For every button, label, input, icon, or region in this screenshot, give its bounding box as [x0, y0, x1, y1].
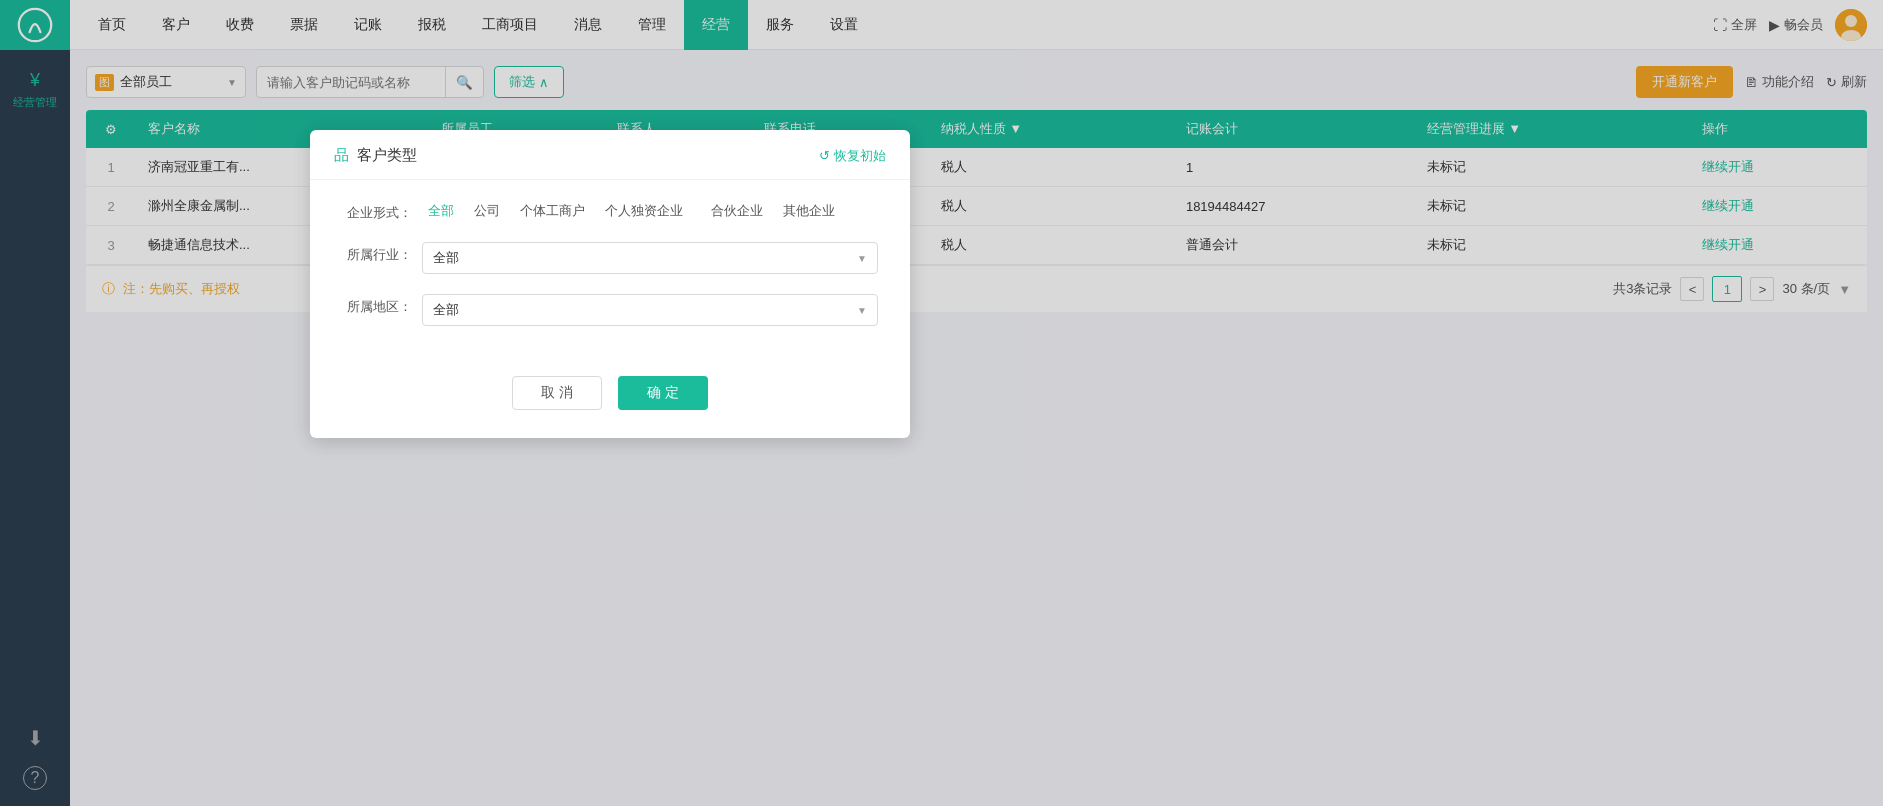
option-sole[interactable]: 个人独资企业	[599, 200, 689, 222]
industry-form-row: 所属行业： 全部 ▼	[342, 242, 878, 274]
region-select-wrap: 全部 ▼	[422, 294, 878, 326]
industry-select[interactable]: 全部 ▼	[422, 242, 878, 274]
region-label: 所属地区：	[342, 294, 422, 316]
modal-overlay: 品 客户类型 ↺ 恢复初始 企业形式： 全部 公司 个体工商户 个人独资企业 合…	[0, 0, 1883, 806]
confirm-button[interactable]: 确 定	[618, 376, 708, 410]
reset-icon: ↺	[819, 148, 830, 163]
enterprise-form-row: 企业形式： 全部 公司 个体工商户 个人独资企业 合伙企业 其他企业	[342, 200, 878, 222]
industry-value: 全部	[433, 249, 459, 267]
region-value: 全部	[433, 301, 459, 319]
modal-title-text: 客户类型	[357, 146, 417, 165]
modal-footer: 取 消 确 定	[310, 366, 910, 410]
enterprise-form-options: 全部 公司 个体工商户 个人独资企业 合伙企业 其他企业	[422, 200, 878, 222]
option-all[interactable]: 全部	[422, 200, 460, 222]
option-individual[interactable]: 个体工商户	[514, 200, 591, 222]
modal-title-icon: 品	[334, 146, 349, 165]
region-form-row: 所属地区： 全部 ▼	[342, 294, 878, 326]
option-other[interactable]: 其他企业	[777, 200, 841, 222]
industry-label: 所属行业：	[342, 242, 422, 264]
reset-label: 恢复初始	[834, 147, 886, 165]
industry-select-wrap: 全部 ▼	[422, 242, 878, 274]
cancel-button[interactable]: 取 消	[512, 376, 602, 410]
industry-arrow-icon: ▼	[857, 253, 867, 264]
customer-type-modal: 品 客户类型 ↺ 恢复初始 企业形式： 全部 公司 个体工商户 个人独资企业 合…	[310, 130, 910, 438]
modal-reset-button[interactable]: ↺ 恢复初始	[819, 147, 886, 165]
enterprise-form-label: 企业形式：	[342, 200, 422, 222]
region-select[interactable]: 全部 ▼	[422, 294, 878, 326]
option-company[interactable]: 公司	[468, 200, 506, 222]
modal-header: 品 客户类型 ↺ 恢复初始	[310, 130, 910, 180]
option-partnership[interactable]: 合伙企业	[705, 200, 769, 222]
region-arrow-icon: ▼	[857, 305, 867, 316]
modal-body: 企业形式： 全部 公司 个体工商户 个人独资企业 合伙企业 其他企业 所属行业：…	[310, 180, 910, 366]
modal-title: 品 客户类型	[334, 146, 417, 165]
